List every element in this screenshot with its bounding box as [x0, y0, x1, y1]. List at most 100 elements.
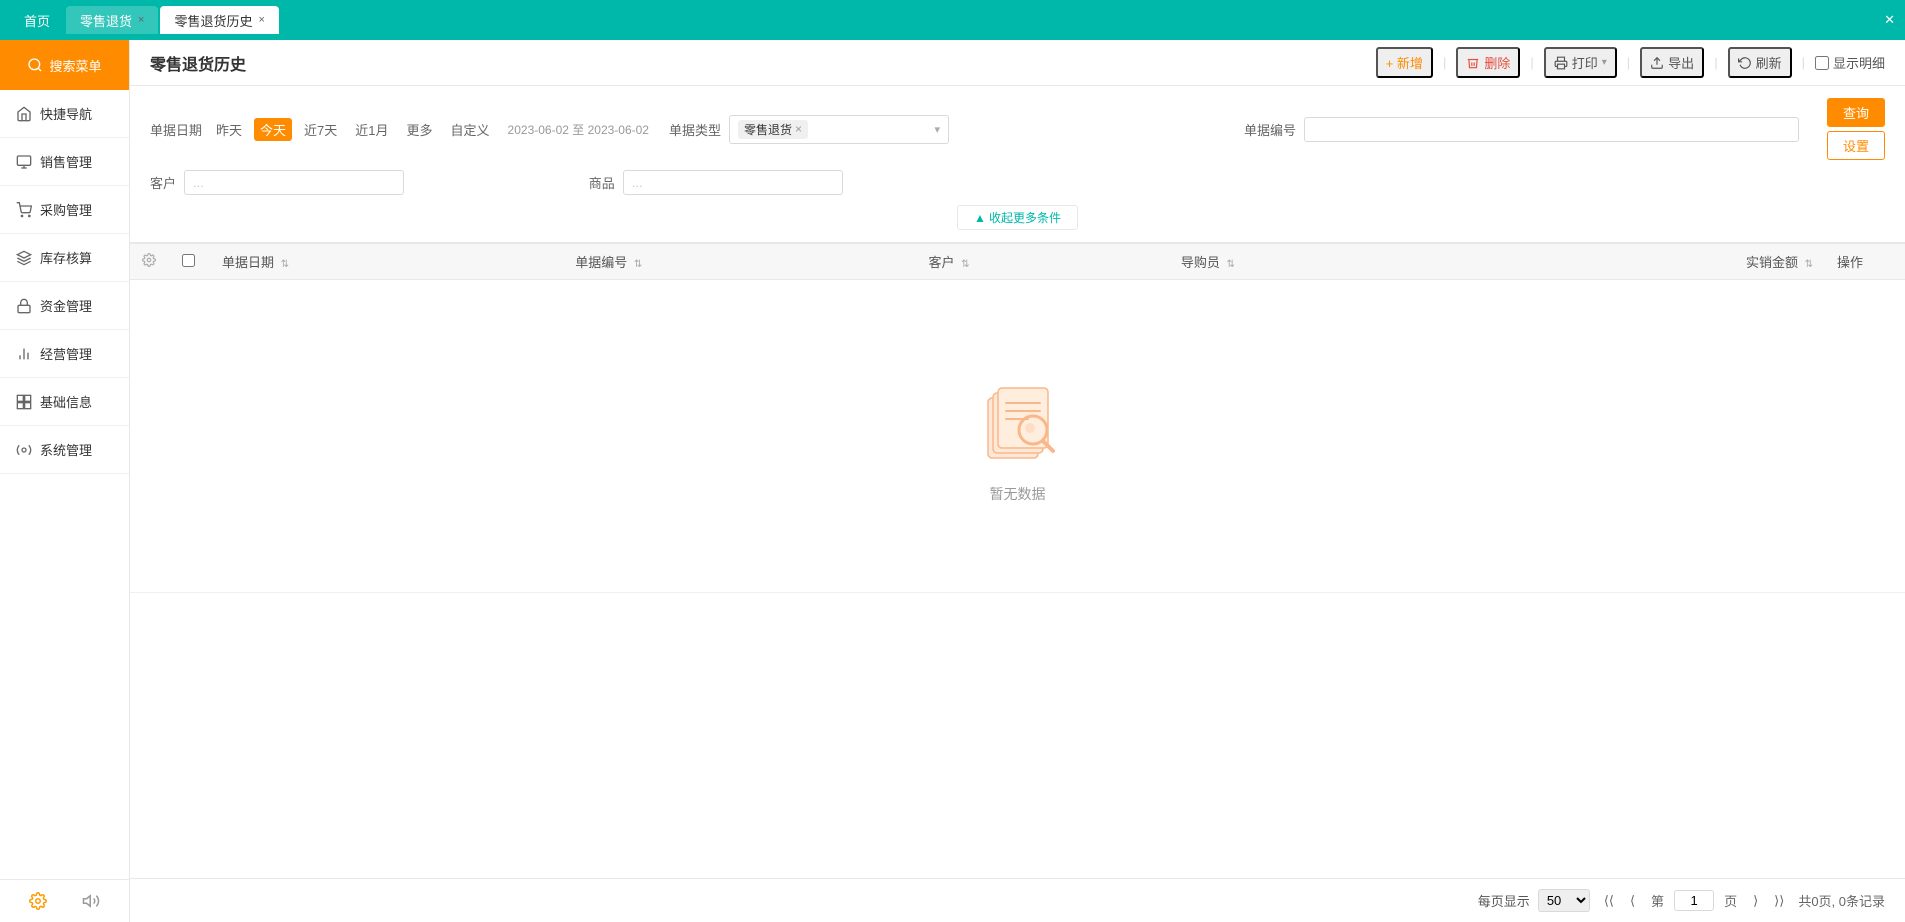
tab-retail-return-close[interactable]: × [138, 14, 144, 26]
empty-row: 暂无数据 [130, 280, 1905, 593]
per-page-label: 每页显示 [1478, 891, 1530, 910]
th-actions: 操作 [1825, 244, 1905, 280]
empty-text: 暂无数据 [990, 484, 1046, 504]
date-range: 2023-06-02 至 2023-06-02 [508, 121, 649, 138]
query-button[interactable]: 查询 [1827, 98, 1885, 127]
operations-icon [16, 346, 32, 362]
th-doc-no: 单据编号 ⇅ [563, 244, 916, 280]
delete-button[interactable]: 删除 [1456, 47, 1520, 78]
sidebar-item-quick-nav[interactable]: 快捷导航 [0, 90, 129, 138]
sidebar-item-basic-label: 基础信息 [40, 392, 92, 411]
page-total: 共0页, 0条记录 [1798, 891, 1885, 910]
new-button[interactable]: + 新增 [1376, 47, 1433, 78]
sidebar-item-sales-label: 销售管理 [40, 152, 92, 171]
sidebar-item-system-label: 系统管理 [40, 440, 92, 459]
doc-type-select[interactable]: 零售退货 × ▾ [729, 115, 949, 144]
goods-select[interactable]: ... [623, 170, 843, 195]
sort-customer[interactable]: ⇅ [961, 259, 969, 270]
system-icon [16, 442, 32, 458]
table-container: 单据日期 ⇅ 单据编号 ⇅ 客户 ⇅ 导购员 ⇅ [130, 243, 1905, 922]
filter-area: 单据日期 昨天 今天 近7天 近1月 更多 自定义 2023-06-02 至 2… [130, 86, 1905, 243]
date-opt-custom[interactable]: 自定义 [445, 118, 496, 141]
date-opt-1month[interactable]: 近1月 [349, 118, 394, 141]
doc-no-input[interactable] [1304, 117, 1799, 142]
content-area: 零售退货历史 + 新增 | 删除 | 打印 ▾ | [130, 40, 1905, 922]
delete-icon [1466, 56, 1480, 70]
doc-type-filter: 单据类型 零售退货 × ▾ [669, 115, 1224, 144]
prev-page-btn[interactable]: ⟨ [1624, 891, 1641, 911]
tab-home[interactable]: 首页 [10, 6, 64, 34]
first-page-btn[interactable]: ⟨⟨ [1598, 891, 1620, 911]
sidebar-item-finance[interactable]: 资金管理 [0, 282, 129, 330]
sort-amount[interactable]: ⇅ [1805, 259, 1813, 270]
date-filter: 单据日期 昨天 今天 近7天 近1月 更多 自定义 2023-06-02 至 2… [150, 118, 649, 141]
date-opt-more[interactable]: 更多 [401, 118, 439, 141]
date-opt-7days[interactable]: 近7天 [298, 118, 343, 141]
print-icon [1554, 56, 1568, 70]
empty-cell: 暂无数据 [130, 280, 1905, 593]
sidebar-item-finance-label: 资金管理 [40, 296, 92, 315]
doc-type-tag-remove[interactable]: × [795, 122, 802, 136]
setting-button[interactable]: 设置 [1827, 131, 1885, 160]
customer-filter: 客户 ... [150, 170, 569, 195]
basic-icon [16, 394, 32, 410]
sidebar-item-purchase-mgmt[interactable]: 采购管理 [0, 186, 129, 234]
tab-retail-return-history-label: 零售退货历史 [174, 11, 252, 30]
tab-retail-return-history[interactable]: 零售退货历史 × [160, 6, 278, 34]
top-bar: 首页 零售退货 × 零售退货历史 × ✕ [0, 0, 1905, 40]
refresh-icon [1738, 56, 1752, 70]
type-label: 单据类型 [669, 120, 721, 139]
table-body: 暂无数据 [130, 280, 1905, 593]
purchase-icon [16, 202, 32, 218]
page-nav: ⟨⟨ ⟨ 第 页 ⟩ ⟩⟩ [1598, 889, 1791, 912]
customer-label: 客户 [150, 173, 176, 192]
collapse-button[interactable]: ▲ 收起更多条件 [957, 205, 1078, 230]
inventory-icon [16, 250, 32, 266]
sidebar-item-inventory[interactable]: 库存核算 [0, 234, 129, 282]
select-all-checkbox[interactable] [182, 254, 195, 267]
sort-doc-no[interactable]: ⇅ [634, 259, 642, 270]
collapse-icon: ▲ [974, 211, 986, 225]
sidebar-item-sales-mgmt[interactable]: 销售管理 [0, 138, 129, 186]
empty-state: 暂无数据 [142, 288, 1893, 584]
header-actions: + 新增 | 删除 | 打印 ▾ | [1376, 47, 1885, 78]
show-detail-label: 显示明细 [1833, 53, 1885, 72]
next-page-btn[interactable]: ⟩ [1747, 891, 1764, 911]
print-button[interactable]: 打印 ▾ [1544, 47, 1617, 78]
customer-placeholder: ... [193, 175, 204, 190]
sort-guide[interactable]: ⇅ [1227, 259, 1235, 270]
th-guide: 导购员 ⇅ [1169, 244, 1472, 280]
gear-icon[interactable] [142, 253, 156, 267]
table-header-row: 单据日期 ⇅ 单据编号 ⇅ 客户 ⇅ 导购员 ⇅ [130, 244, 1905, 280]
sidebar-item-basic-info[interactable]: 基础信息 [0, 378, 129, 426]
empty-illustration [968, 368, 1068, 468]
sidebar-search[interactable]: 搜索菜单 [0, 40, 129, 90]
th-doc-date: 单据日期 ⇅ [210, 244, 563, 280]
per-page-select[interactable]: 10 20 50 100 [1538, 889, 1590, 912]
sidebar-item-operations-label: 经营管理 [40, 344, 92, 363]
window-close-btn[interactable]: ✕ [1884, 12, 1895, 28]
tab-retail-return-history-close[interactable]: × [258, 14, 264, 26]
finance-icon [16, 298, 32, 314]
date-opt-today[interactable]: 今天 [254, 118, 292, 141]
sidebar-item-operations[interactable]: 经营管理 [0, 330, 129, 378]
tab-retail-return[interactable]: 零售退货 × [66, 6, 158, 34]
refresh-button[interactable]: 刷新 [1728, 47, 1792, 78]
customer-select[interactable]: ... [184, 170, 404, 195]
th-amount: 实销金额 ⇅ [1472, 244, 1825, 280]
show-detail-checkbox-label[interactable]: 显示明细 [1815, 53, 1885, 72]
last-page-btn[interactable]: ⟩⟩ [1768, 891, 1790, 911]
sidebar-item-system-mgmt[interactable]: 系统管理 [0, 426, 129, 474]
date-opt-yesterday[interactable]: 昨天 [210, 118, 248, 141]
settings-icon[interactable] [29, 892, 47, 910]
sidebar-item-quick-nav-label: 快捷导航 [40, 104, 92, 123]
page-input[interactable] [1674, 890, 1714, 911]
main-layout: 搜索菜单 快捷导航 销售管理 采购管理 库存核算 [0, 40, 1905, 922]
collapse-label: 收起更多条件 [989, 209, 1061, 226]
sales-icon [16, 154, 32, 170]
sidebar-item-inventory-label: 库存核算 [40, 248, 92, 267]
sound-icon[interactable] [82, 892, 100, 910]
sort-doc-date[interactable]: ⇅ [281, 259, 289, 270]
show-detail-checkbox[interactable] [1815, 56, 1829, 70]
export-button[interactable]: 导出 [1640, 47, 1704, 78]
